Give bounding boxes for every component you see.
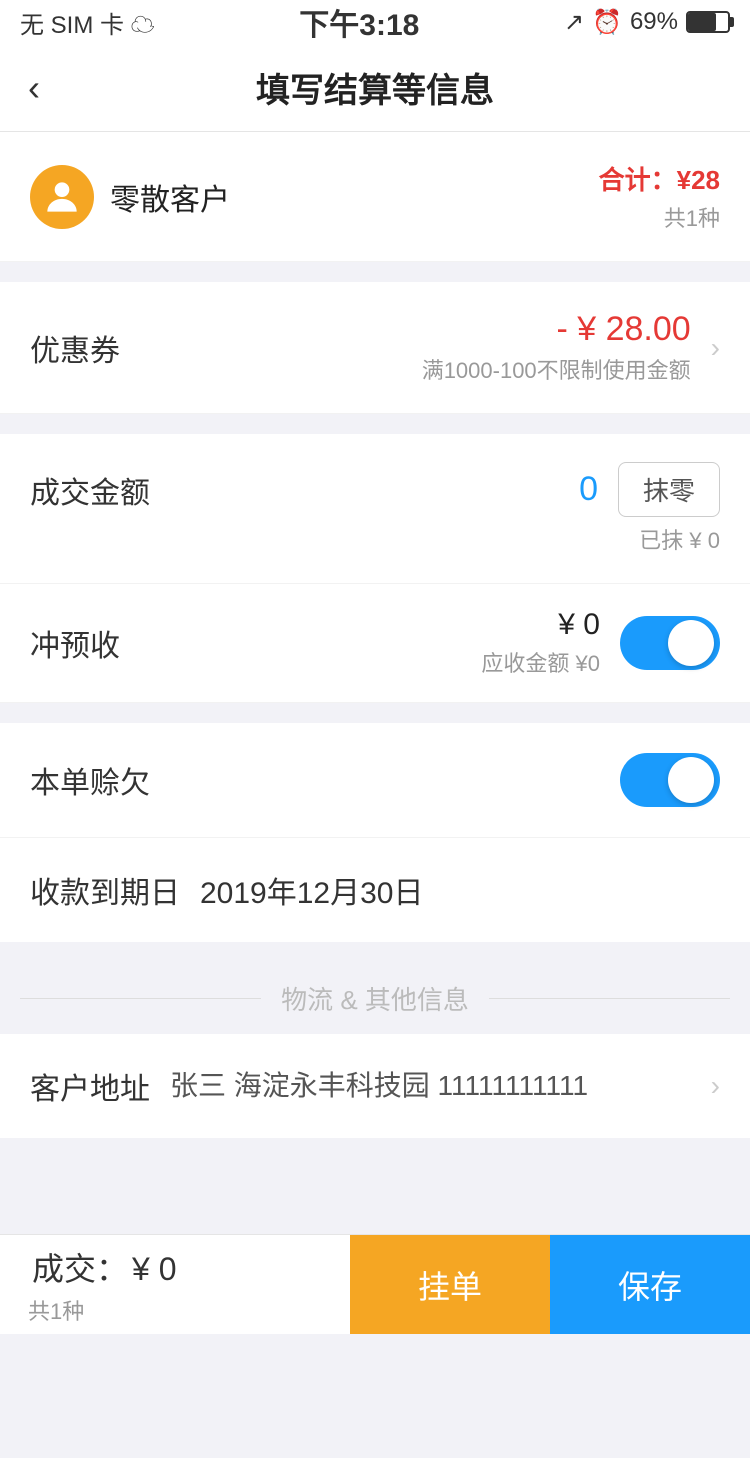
page-title: 填写结算等信息: [256, 63, 494, 112]
nav-bar: ‹ 填写结算等信息: [0, 44, 750, 132]
hold-button[interactable]: 挂单: [350, 1235, 550, 1334]
total-prefix: 合计：: [599, 165, 677, 195]
deal-right: 0 抹零: [579, 462, 720, 517]
coupon-discount: - ¥ 28.00: [422, 310, 691, 349]
coupon-desc: 满1000-100不限制使用金额: [422, 353, 691, 385]
coupon-row[interactable]: 优惠券 - ¥ 28.00 满1000-100不限制使用金额 ›: [0, 282, 750, 414]
location-icon: ↗: [564, 8, 584, 37]
prepay-row: 冲预收 ¥ 0 应收金额 ¥0: [0, 584, 750, 703]
no-sim-label: 无 SIM 卡 ☁: [20, 5, 155, 40]
alarm-icon: ⏰: [592, 8, 622, 37]
prepay-amount: ¥ 0: [481, 608, 600, 642]
debt-toggle[interactable]: [620, 753, 720, 807]
bottom-left: 成交：¥ 0 共1种: [0, 1235, 350, 1334]
round-button[interactable]: 抹零: [618, 462, 720, 517]
deal-amount-value[interactable]: 0: [579, 470, 598, 509]
due-date-value[interactable]: 2019年12月30日: [200, 868, 423, 912]
address-value: 张三 海淀永丰科技园 11111111111: [170, 1065, 691, 1107]
logistics-header-text: 物流 & 其他信息: [281, 980, 469, 1017]
debt-toggle-knob: [668, 757, 714, 803]
battery-icon: [686, 11, 730, 33]
coupon-values: - ¥ 28.00 满1000-100不限制使用金额: [422, 310, 691, 385]
customer-left: 零散客户: [30, 165, 230, 229]
deal-amount-label: 成交金额: [30, 468, 150, 512]
divider-2: [0, 414, 750, 434]
divider-4: [0, 942, 750, 962]
status-left: 无 SIM 卡 ☁: [20, 5, 155, 40]
address-chevron-icon: ›: [711, 1070, 720, 1102]
divider-1: [0, 262, 750, 282]
customer-row: 零散客户 合计：¥28 共1种: [0, 132, 750, 262]
divider-3: [0, 703, 750, 723]
deal-top: 成交金额 0 抹零: [30, 462, 720, 517]
total-label: 合计：¥28: [599, 160, 720, 197]
deal-amount-row: 成交金额 0 抹零 已抹 ¥ 0: [0, 434, 750, 584]
bottom-sub: 共1种: [28, 1294, 322, 1326]
customer-name: 零散客户: [110, 175, 230, 219]
battery-label: 69%: [630, 8, 678, 36]
due-date-label: 收款到期日: [30, 868, 180, 912]
prepay-sub: 应收金额 ¥0: [481, 646, 600, 678]
logistics-line-right: [489, 998, 730, 999]
status-time: 下午3:18: [299, 0, 419, 44]
bottom-deal: 成交：¥ 0: [28, 1244, 322, 1290]
prepay-col: ¥ 0 应收金额 ¥0: [481, 608, 600, 678]
total-sub: 共1种: [599, 201, 720, 233]
logistics-line-left: [20, 998, 261, 999]
logistics-header: 物流 & 其他信息: [0, 962, 750, 1034]
prepay-toggle[interactable]: [620, 616, 720, 670]
bottom-deal-amount: ¥ 0: [132, 1251, 176, 1287]
debt-label: 本单赊欠: [30, 758, 150, 802]
coupon-right: - ¥ 28.00 满1000-100不限制使用金额 ›: [422, 310, 720, 385]
prepay-label: 冲预收: [30, 621, 120, 665]
save-button[interactable]: 保存: [550, 1235, 750, 1334]
total-amount: ¥28: [677, 165, 720, 195]
customer-right: 合计：¥28 共1种: [599, 160, 720, 233]
bottom-bar: 成交：¥ 0 共1种 挂单 保存: [0, 1234, 750, 1334]
avatar: [30, 165, 94, 229]
coupon-chevron-icon: ›: [711, 332, 720, 364]
toggle-knob: [668, 620, 714, 666]
prepay-right: ¥ 0 应收金额 ¥0: [481, 608, 720, 678]
back-button[interactable]: ‹: [28, 67, 40, 109]
address-row[interactable]: 客户地址 张三 海淀永丰科技园 11111111111 ›: [0, 1034, 750, 1138]
bottom-deal-label: 成交：: [32, 1251, 128, 1287]
status-right: ↗ ⏰ 69%: [564, 8, 730, 37]
deal-sub: 已抹 ¥ 0: [30, 523, 720, 555]
status-bar: 无 SIM 卡 ☁ 下午3:18 ↗ ⏰ 69%: [0, 0, 750, 44]
due-date-row: 收款到期日 2019年12月30日: [0, 838, 750, 942]
debt-row: 本单赊欠: [0, 723, 750, 838]
coupon-label: 优惠券: [30, 326, 120, 370]
address-label: 客户地址: [30, 1064, 150, 1108]
